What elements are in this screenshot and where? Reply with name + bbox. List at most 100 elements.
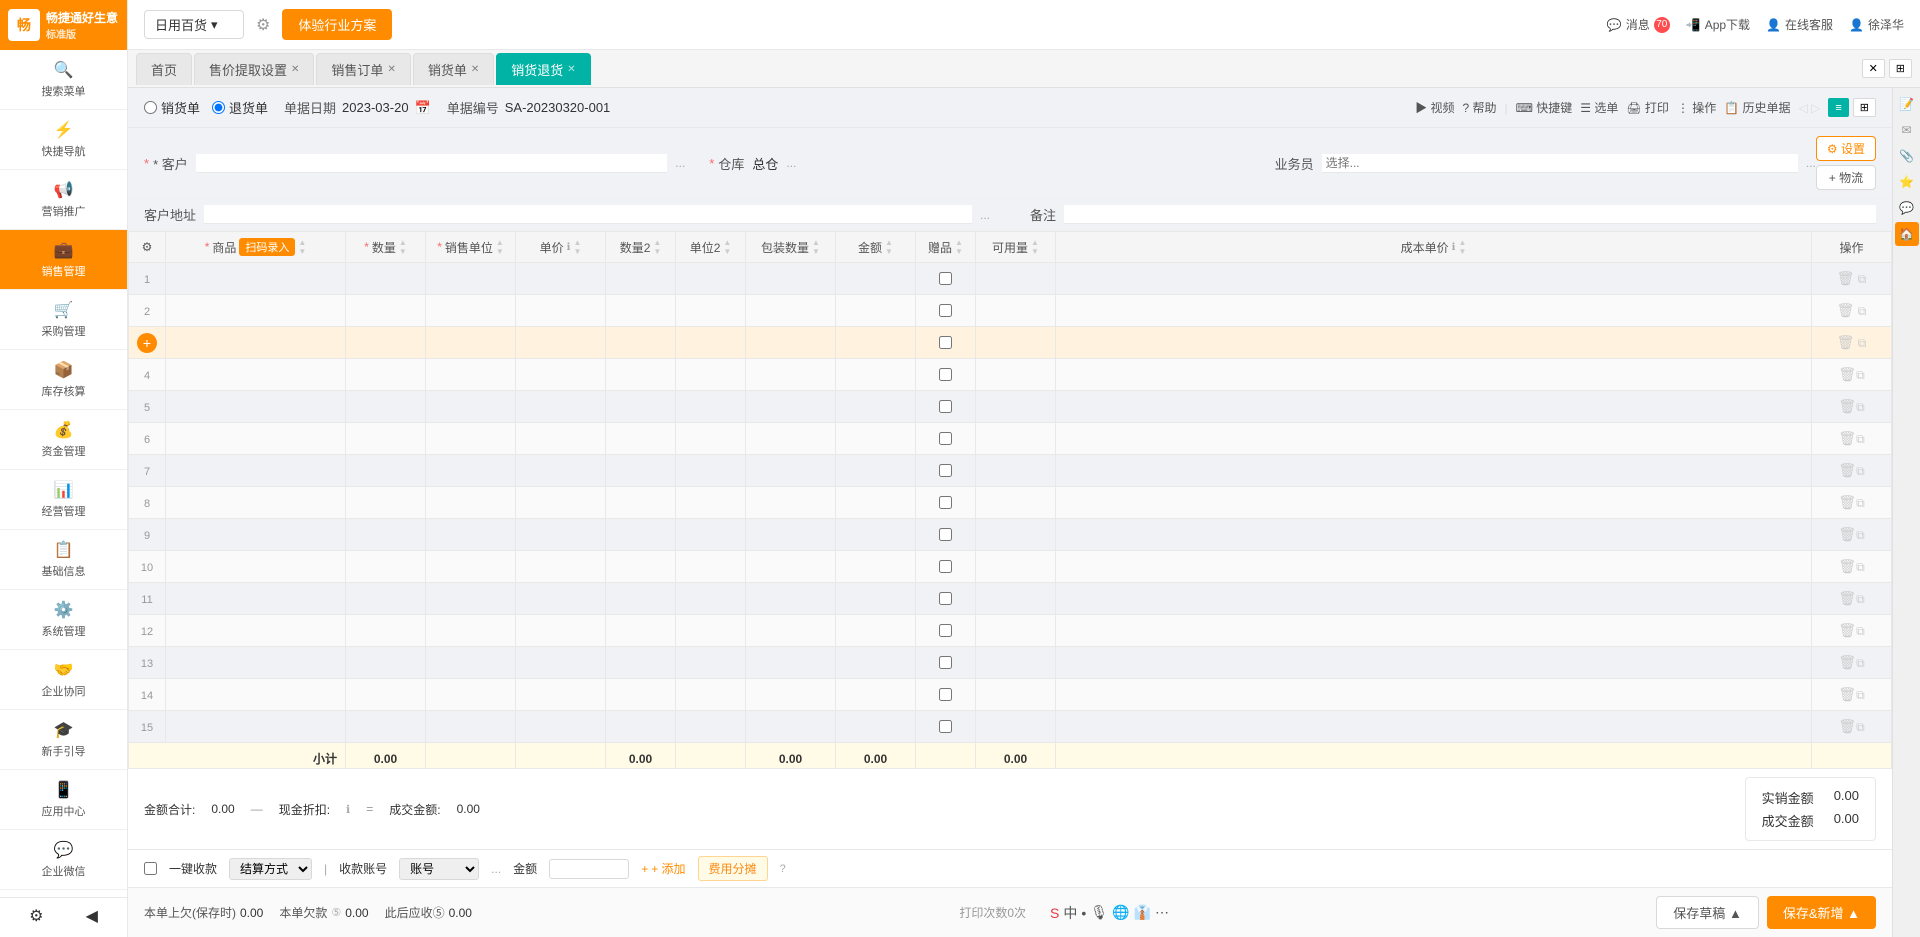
tool-7[interactable]: ⋯ — [1155, 904, 1169, 921]
unit-cell-3[interactable] — [426, 327, 516, 359]
shortcut-btn[interactable]: ⌨ 快捷键 — [1516, 99, 1573, 116]
add-row-cell[interactable]: + — [129, 327, 166, 359]
delete-icon-3[interactable]: 🗑 — [1837, 334, 1855, 350]
tab-home[interactable]: 首页 — [136, 53, 192, 85]
gift-checkbox-1[interactable] — [939, 272, 952, 285]
industry-dropdown[interactable]: 日用百货 ▾ — [144, 10, 244, 39]
side-btn-5[interactable]: 💬 — [1895, 196, 1919, 220]
qty2-sort-arrows[interactable]: ▲▼ — [653, 238, 661, 256]
price-cell-3[interactable] — [516, 327, 606, 359]
sidebar-item-basic[interactable]: 📋 基础信息 — [0, 530, 127, 590]
topbar-gear-icon[interactable]: ⚙ — [256, 15, 270, 35]
tab-sales-delivery[interactable]: 销货单 ✕ — [413, 53, 494, 85]
sidebar-item-operation[interactable]: 📊 经营管理 — [0, 470, 127, 530]
tab-sales-order[interactable]: 销售订单 ✕ — [316, 53, 410, 85]
delete-icon[interactable]: 🗑 — [1838, 398, 1856, 414]
app-download-item[interactable]: 📲 App下载 — [1686, 16, 1750, 33]
side-btn-3[interactable]: 📎 — [1895, 144, 1919, 168]
delete-icon[interactable]: 🗑 — [1838, 494, 1856, 510]
history-btn[interactable]: 📋 历史单据 — [1724, 99, 1790, 116]
cost-cell-1[interactable] — [1056, 263, 1812, 295]
product-cell-2[interactable] — [166, 295, 346, 327]
operation-btn[interactable]: ⋮ 操作 — [1677, 99, 1716, 116]
copy-icon[interactable]: ⧉ — [1856, 400, 1865, 414]
gift-checkbox[interactable] — [939, 560, 952, 573]
split-btn[interactable]: 费用分摊 — [698, 856, 768, 881]
tool-1[interactable]: S — [1050, 905, 1059, 921]
address-input[interactable] — [204, 205, 972, 224]
cash-discount-info-icon[interactable]: ℹ — [346, 803, 350, 816]
sidebar-item-search[interactable]: 🔍 搜索菜单 — [0, 50, 127, 110]
delete-icon[interactable]: 🗑 — [1838, 654, 1856, 670]
qty-cell-3[interactable] — [346, 327, 426, 359]
add-row-btn[interactable]: + — [137, 333, 157, 353]
tool-2[interactable]: 中 — [1063, 903, 1077, 923]
avail-cell-3[interactable] — [976, 327, 1056, 359]
delete-icon[interactable]: 🗑 — [1838, 366, 1856, 382]
gift-cell-1[interactable] — [916, 263, 976, 295]
copy-icon[interactable]: ⧉ — [1856, 432, 1865, 446]
sidebar-item-wechat[interactable]: 💬 企业微信 — [0, 830, 127, 890]
warehouse-dots[interactable]: ... — [786, 156, 796, 170]
config-icon[interactable]: ⚙ — [142, 240, 153, 254]
gift-checkbox[interactable] — [939, 592, 952, 605]
account-number-select[interactable]: 账号 — [399, 858, 479, 880]
experience-button[interactable]: 体验行业方案 — [282, 9, 392, 40]
avail-cell-1[interactable] — [976, 263, 1056, 295]
amount-cell-2[interactable] — [836, 295, 916, 327]
gift-checkbox[interactable] — [939, 496, 952, 509]
gift-sort-arrows[interactable]: ▲▼ — [955, 238, 963, 256]
gift-checkbox[interactable] — [939, 656, 952, 669]
unit-sort-arrows[interactable]: ▲▼ — [496, 238, 504, 256]
qty2-cell-2[interactable] — [606, 295, 676, 327]
delete-icon[interactable]: 🗑 — [1838, 718, 1856, 734]
amount-cell-1[interactable] — [836, 263, 916, 295]
delete-icon-2[interactable]: 🗑 — [1837, 302, 1855, 318]
cost-info-icon[interactable]: ℹ — [1452, 242, 1456, 253]
copy-icon[interactable]: ⧉ — [1856, 592, 1865, 606]
collapse-icon[interactable]: ◀ — [86, 906, 98, 926]
split-info-icon[interactable]: ? — [780, 863, 786, 875]
copy-icon-1[interactable]: ⧉ — [1858, 272, 1867, 286]
grid-view-btn[interactable]: ⊞ — [1853, 98, 1876, 117]
select-btn[interactable]: ☰ 选单 — [1580, 99, 1618, 116]
qty-sort-arrows[interactable]: ▲▼ — [399, 238, 407, 256]
gift-checkbox[interactable] — [939, 720, 952, 733]
qty-cell-1[interactable] — [346, 263, 426, 295]
list-view-btn[interactable]: ≡ — [1828, 98, 1848, 117]
unit-cell-1[interactable] — [426, 263, 516, 295]
tab-price-setting[interactable]: 售价提取设置 ✕ — [194, 53, 314, 85]
packqty-cell-1[interactable] — [746, 263, 836, 295]
settlement-method-select[interactable]: 结算方式 — [229, 858, 312, 880]
scan-btn[interactable]: 扫码录入 — [239, 238, 295, 256]
avail-cell-2[interactable] — [976, 295, 1056, 327]
side-btn-4[interactable]: ⭐ — [1895, 170, 1919, 194]
gift-checkbox[interactable] — [939, 464, 952, 477]
calendar-icon[interactable]: 📅 — [415, 100, 431, 116]
unit2-cell-1[interactable] — [676, 263, 746, 295]
tool-6[interactable]: 👔 — [1134, 904, 1151, 921]
help-btn[interactable]: ? 帮助 — [1462, 99, 1496, 116]
copy-icon[interactable]: ⧉ — [1856, 496, 1865, 510]
note-input[interactable] — [1064, 205, 1876, 224]
gift-checkbox[interactable] — [939, 528, 952, 541]
copy-icon[interactable]: ⧉ — [1856, 688, 1865, 702]
side-btn-2[interactable]: ✉ — [1895, 118, 1919, 142]
copy-icon[interactable]: ⧉ — [1856, 720, 1865, 734]
tab-menu-btn[interactable]: ⊞ — [1889, 59, 1912, 78]
sidebar-item-system[interactable]: ⚙️ 系统管理 — [0, 590, 127, 650]
qty2-cell-3[interactable] — [606, 327, 676, 359]
gift-checkbox[interactable] — [939, 368, 952, 381]
customer-input[interactable] — [196, 154, 668, 173]
gift-checkbox[interactable] — [939, 400, 952, 413]
tab-sales-delivery-close[interactable]: ✕ — [471, 64, 479, 75]
packqty-sort-arrows[interactable]: ▲▼ — [812, 238, 820, 256]
sidebar-item-finance[interactable]: 💰 资金管理 — [0, 410, 127, 470]
cost-cell-3[interactable] — [1056, 327, 1812, 359]
delete-icon[interactable]: 🗑 — [1838, 462, 1856, 478]
online-service-item[interactable]: 👤 在线客服 — [1766, 16, 1833, 33]
side-btn-6[interactable]: 🏠 — [1895, 222, 1919, 246]
sidebar-item-apps[interactable]: 📱 应用中心 — [0, 770, 127, 830]
copy-icon[interactable]: ⧉ — [1856, 624, 1865, 638]
gift-checkbox[interactable] — [939, 624, 952, 637]
